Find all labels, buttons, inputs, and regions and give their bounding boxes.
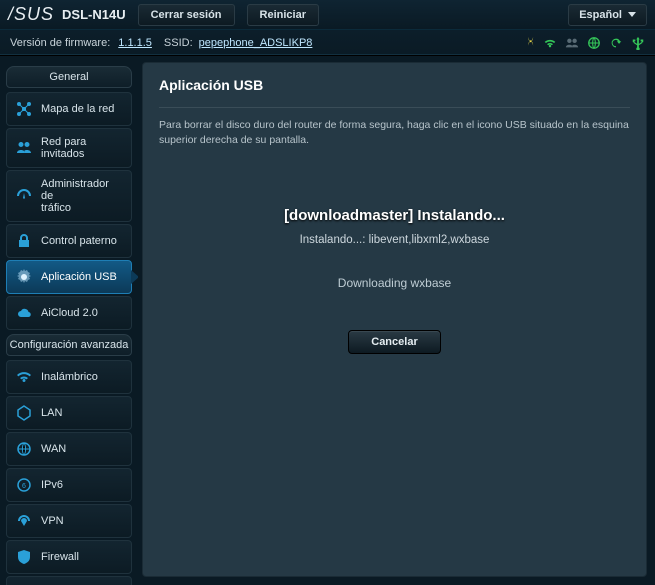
language-dropdown[interactable]: Español <box>568 4 647 26</box>
sidebar-item-usb-application[interactable]: Aplicación USB <box>6 260 132 294</box>
sidebar-item-label: AiCloud 2.0 <box>41 307 98 319</box>
usb-icon[interactable] <box>631 36 645 50</box>
sidebar-group-general: General <box>6 66 132 88</box>
sidebar-item-label: Mapa de la red <box>41 103 114 115</box>
install-status: Downloading wxbase <box>159 276 630 290</box>
ssid-value[interactable]: pepephone_ADSLIKP8 <box>199 37 313 49</box>
ipv6-icon: 6 <box>15 476 33 494</box>
sidebar-item-lan[interactable]: LAN <box>6 396 132 430</box>
sidebar-item-guest-network[interactable]: Red para invitados <box>6 128 132 168</box>
sidebar-item-vpn[interactable]: VPN <box>6 504 132 538</box>
sidebar-item-ipv6[interactable]: 6 IPv6 <box>6 468 132 502</box>
install-packages: Instalando...: libevent,libxml2,wxbase <box>159 234 630 246</box>
sidebar-item-label: Red para invitados <box>41 136 86 160</box>
sidebar-item-network-map[interactable]: Mapa de la red <box>6 92 132 126</box>
ssid-label: SSID: <box>164 37 193 49</box>
top-bar: /SUS DSL-N14U Cerrar sesión Reiniciar Es… <box>0 0 655 30</box>
sidebar-item-traffic-manager[interactable]: Administrador de tráfico <box>6 170 132 222</box>
svg-text:6: 6 <box>22 483 26 490</box>
sidebar-item-firewall[interactable]: Firewall <box>6 540 132 574</box>
cancel-button[interactable]: Cancelar <box>348 330 440 354</box>
sidebar-item-label: LAN <box>41 407 62 419</box>
firewall-shield-icon <box>15 548 33 566</box>
globe-icon[interactable] <box>587 36 601 50</box>
language-label: Español <box>579 9 622 21</box>
sidebar-item-wireless[interactable]: Inalámbrico <box>6 360 132 394</box>
lock-icon <box>15 232 33 250</box>
status-light-icon[interactable] <box>521 36 535 50</box>
install-progress: [downloadmaster] Instalando... Instaland… <box>159 207 630 354</box>
cloud-icon <box>15 304 33 322</box>
sidebar-item-label: WAN <box>41 443 66 455</box>
divider <box>159 107 630 108</box>
sidebar-item-aicloud[interactable]: AiCloud 2.0 <box>6 296 132 330</box>
wan-icon <box>15 440 33 458</box>
model-name: DSL-N14U <box>62 7 126 22</box>
lan-icon <box>15 404 33 422</box>
sidebar-item-label: Aplicación USB <box>41 271 117 283</box>
logout-button[interactable]: Cerrar sesión <box>138 4 235 26</box>
sidebar-item-label: Control paterno <box>41 235 117 247</box>
page-description: Para borrar el disco duro del router de … <box>159 118 630 147</box>
gear-plus-icon <box>15 268 33 286</box>
traffic-icon <box>15 187 33 205</box>
info-strip: Versión de firmware: 1.1.1.5 SSID: pepep… <box>0 30 655 56</box>
network-map-icon <box>15 100 33 118</box>
sidebar-item-administration[interactable]: Administración <box>6 576 132 585</box>
sidebar-item-label: Administrador de tráfico <box>41 178 123 214</box>
guest-network-icon <box>15 139 33 157</box>
brand-logo: /SUS <box>8 4 54 25</box>
sidebar-item-wan[interactable]: WAN <box>6 432 132 466</box>
chevron-down-icon <box>628 12 636 17</box>
sidebar-item-label: Firewall <box>41 551 79 563</box>
users-icon[interactable] <box>565 36 579 50</box>
vpn-icon <box>15 512 33 530</box>
wireless-icon <box>15 368 33 386</box>
refresh-icon[interactable] <box>609 36 623 50</box>
sidebar-item-label: IPv6 <box>41 479 63 491</box>
page-title: Aplicación USB <box>159 77 630 93</box>
install-title: [downloadmaster] Instalando... <box>159 207 630 224</box>
wifi-icon[interactable] <box>543 36 557 50</box>
firmware-link[interactable]: 1.1.1.5 <box>118 37 152 49</box>
sidebar: General Mapa de la red Red para invitado… <box>0 56 138 585</box>
sidebar-group-advanced: Configuración avanzada <box>6 334 132 356</box>
firmware-label: Versión de firmware: <box>10 37 110 49</box>
sidebar-item-parental-control[interactable]: Control paterno <box>6 224 132 258</box>
main-panel: Aplicación USB Para borrar el disco duro… <box>142 62 647 577</box>
reboot-button[interactable]: Reiniciar <box>247 4 319 26</box>
sidebar-item-label: Inalámbrico <box>41 371 98 383</box>
sidebar-item-label: VPN <box>41 515 64 527</box>
